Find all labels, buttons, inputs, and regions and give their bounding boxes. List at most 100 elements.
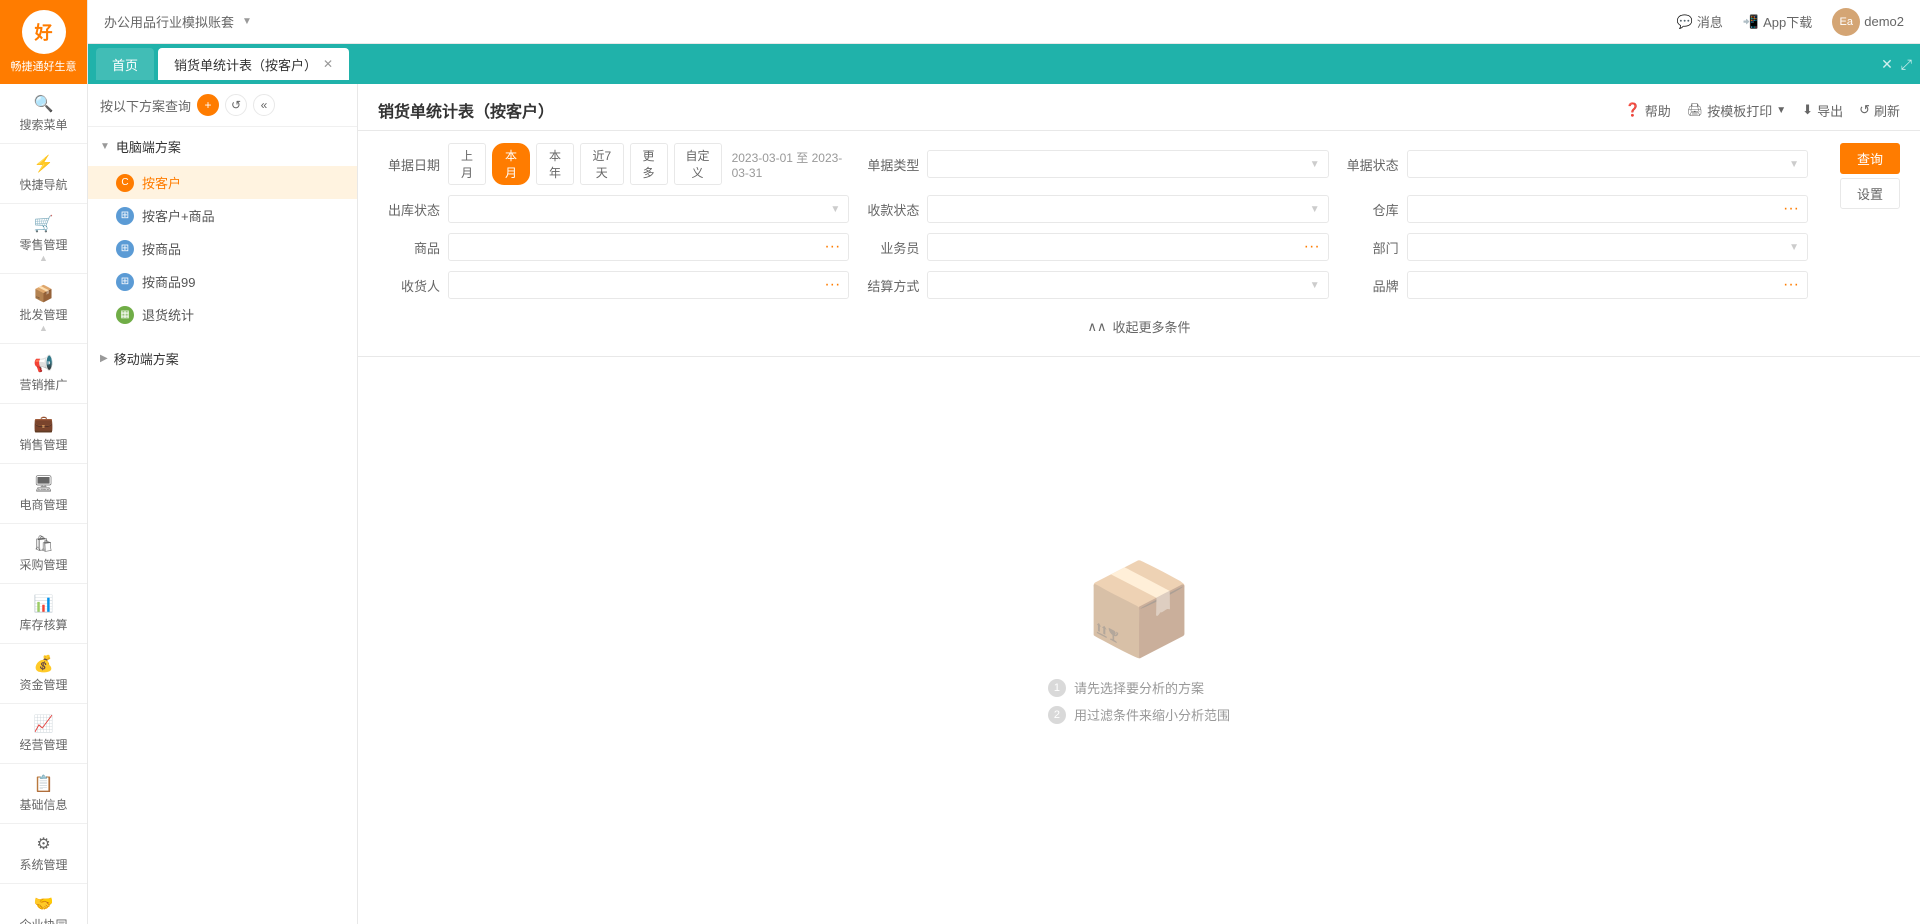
doc-status-label: 单据状态 [1337,155,1407,174]
settlement-select[interactable]: ▼ [927,271,1328,299]
enterprise-icon: 🤝 [34,894,54,914]
message-btn[interactable]: 💬 消息 [1677,12,1723,31]
right-content: 销货单统计表（按客户） ❓ 帮助 🖨 按模板打印 ▼ ⬇ 导出 [358,84,1920,924]
btn-custom[interactable]: 自定义 [674,143,722,185]
receipt-status-select[interactable]: ▼ [927,195,1328,223]
user-name: demo2 [1864,14,1904,29]
department-select[interactable]: ▼ [1407,233,1808,261]
receiver-label: 收货人 [378,276,448,295]
goods-ellipsis-icon[interactable]: ··· [824,238,840,256]
brand-label: 品牌 [1337,276,1407,295]
shortcut-icon: ⚡ [34,154,54,174]
window-close-icon[interactable]: ✕ [1881,56,1893,73]
brand-ellipsis-icon[interactable]: ··· [1783,276,1799,294]
out-status-arrow-icon: ▼ [830,204,840,215]
filter-doc-type: 单据类型 ▼ [857,143,1336,185]
sidebar-item-ecommerce[interactable]: 🖥 电商管理 [0,464,87,524]
salesperson-ellipsis-icon[interactable]: ··· [1304,238,1320,256]
doc-type-arrow-icon: ▼ [1310,159,1320,170]
logo-icon: 好 [22,10,66,54]
action-buttons: 查询 设置 [1828,143,1900,209]
sidebar-item-label: 快捷导航 [19,176,67,193]
receiver-select[interactable]: ··· [448,271,849,299]
collapse-more-btn[interactable]: ∧∧ 收起更多条件 [378,309,1900,344]
sidebar-item-shortcut[interactable]: ⚡ 快捷导航 [0,144,87,204]
salesperson-label: 业务员 [857,238,927,257]
window-maximize-icon[interactable]: ⤢ [1901,56,1912,73]
sidebar-item-basic[interactable]: 📋 基础信息 [0,764,87,824]
tab-home[interactable]: 首页 [96,48,154,80]
department-arrow-icon: ▼ [1789,242,1799,253]
out-status-select[interactable]: ▼ [448,195,849,223]
sidebar-item-inventory[interactable]: 📊 库存核算 [0,584,87,644]
sidebar-item-label: 零售管理 [19,236,67,253]
schema-item-by-goods99[interactable]: ⊞ 按商品99 [88,265,357,298]
add-schema-btn[interactable]: + [197,94,219,116]
query-button[interactable]: 查询 [1840,143,1900,174]
topbar-title: 办公用品行业模拟账套 [104,12,234,31]
empty-state-icon: 📦 [1083,557,1195,662]
refresh-btn[interactable]: ↺ 刷新 [1859,101,1900,120]
doc-status-arrow-icon: ▼ [1789,159,1799,170]
sidebar: 好 畅捷通好生意 🔍 搜索菜单 ⚡ 快捷导航 🛒 零售管理 ▲ 📦 批发管理 ▲… [0,0,88,924]
sidebar-item-marketing[interactable]: 📢 营销推广 [0,344,87,404]
sidebar-item-enterprise[interactable]: 🤝 企业协同 [0,884,87,924]
refresh-label: 刷新 [1874,101,1900,120]
app-download-btn[interactable]: 📲 App下载 [1743,12,1812,31]
topbar-right: 💬 消息 📲 App下载 Ea demo2 [1677,8,1904,36]
doc-status-select[interactable]: ▼ [1407,150,1808,178]
tabbar: 首页 销货单统计表（按客户） ✕ ✕ ⤢ [88,44,1920,84]
sidebar-item-operations[interactable]: 📈 经营管理 [0,704,87,764]
salesperson-select[interactable]: ··· [927,233,1328,261]
group-arrow-right-icon: ▶ [100,353,108,364]
purchase-icon: 🛍 [33,534,53,554]
btn-this-year[interactable]: 本年 [536,143,574,185]
doc-type-select[interactable]: ▼ [927,150,1328,178]
sidebar-item-retail[interactable]: 🛒 零售管理 ▲ [0,204,87,274]
sidebar-item-label: 企业协同 [19,916,67,924]
department-label: 部门 [1337,238,1407,257]
btn-last-month[interactable]: 上月 [448,143,486,185]
warehouse-select[interactable]: ··· [1407,195,1808,223]
settings-button[interactable]: 设置 [1840,178,1900,209]
topbar-dropdown-icon[interactable]: ▼ [242,16,252,27]
tab-close-icon[interactable]: ✕ [323,57,333,71]
template-print-btn[interactable]: 🖨 按模板打印 ▼ [1687,101,1786,120]
schema-item-by-customer-goods[interactable]: ⊞ 按客户+商品 [88,199,357,232]
schema-group-mobile-header[interactable]: ▶ 移动端方案 [88,343,357,374]
tab-sales-stat[interactable]: 销货单统计表（按客户） ✕ [158,48,349,80]
help-btn[interactable]: ❓ 帮助 [1625,101,1671,120]
schema-item-by-goods[interactable]: ⊞ 按商品 [88,232,357,265]
brand-select[interactable]: ··· [1407,271,1808,299]
schema-item-label: 按商品99 [142,272,195,291]
empty-tip-2: 2 用过滤条件来缩小分析范围 [1048,705,1230,724]
wholesale-icon: 📦 [34,284,54,304]
sidebar-item-system[interactable]: ⚙ 系统管理 [0,824,87,884]
filter-fields: 单据日期 上月 本月 本年 近7天 更多 自定义 2023-03-01 至 20… [378,143,1816,309]
empty-state: 📦 1 请先选择要分析的方案 2 用过滤条件来缩小分析范围 [358,357,1920,924]
tip-text-2: 用过滤条件来缩小分析范围 [1074,705,1230,724]
doc-type-label: 单据类型 [857,155,927,174]
sidebar-item-wholesale[interactable]: 📦 批发管理 ▲ [0,274,87,344]
sidebar-item-finance[interactable]: 💰 资金管理 [0,644,87,704]
btn-more[interactable]: 更多 [630,143,668,185]
sidebar-item-sales[interactable]: 💼 销售管理 [0,404,87,464]
export-btn[interactable]: ⬇ 导出 [1802,101,1843,120]
btn-this-month[interactable]: 本月 [492,143,530,185]
sidebar-item-label: 资金管理 [19,676,67,693]
schema-item-by-customer[interactable]: C 按客户 [88,166,357,199]
sidebar-item-search[interactable]: 🔍 搜索菜单 [0,84,87,144]
btn-last-7-days[interactable]: 近7天 [580,143,624,185]
goods-select[interactable]: ··· [448,233,849,261]
refresh-schema-btn[interactable]: ↺ [225,94,247,116]
sidebar-item-label: 销售管理 [19,436,67,453]
warehouse-ellipsis-icon[interactable]: ··· [1783,200,1799,218]
schema-group-desktop-header[interactable]: ▼ 电脑端方案 [88,131,357,162]
sidebar-item-purchase[interactable]: 🛍 采购管理 [0,524,87,584]
schema-item-return-stat[interactable]: ▦ 退货统计 [88,298,357,331]
chevron-icon: ▲ [39,323,48,333]
sidebar-item-label: 采购管理 [19,556,67,573]
collapse-panel-btn[interactable]: « [253,94,275,116]
user-info[interactable]: Ea demo2 [1832,8,1904,36]
receiver-ellipsis-icon[interactable]: ··· [824,276,840,294]
